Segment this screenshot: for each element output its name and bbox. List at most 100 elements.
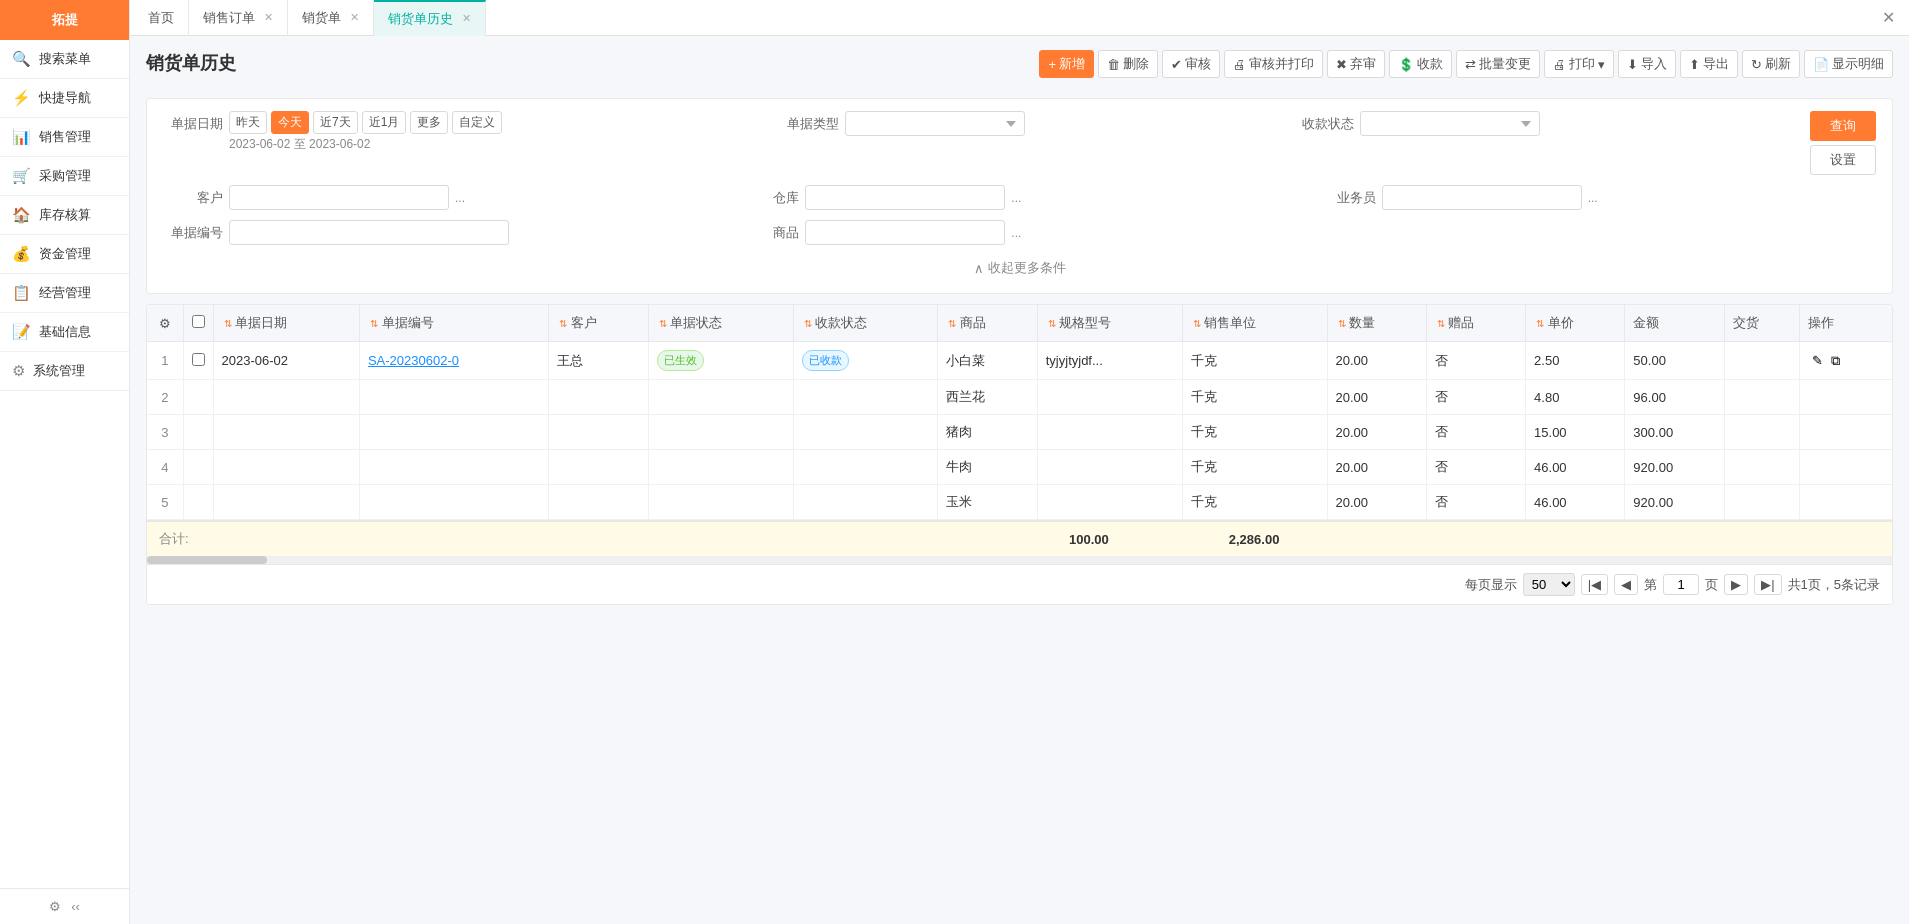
- cell-doc-status: [648, 380, 793, 415]
- toolbar-export-btn[interactable]: ⬆ 导出: [1680, 50, 1738, 78]
- payment-status-select[interactable]: [1360, 111, 1540, 136]
- toolbar-abandon-btn[interactable]: ✖ 弃审: [1327, 50, 1385, 78]
- sidebar-btn-collapse[interactable]: ‹‹: [71, 899, 80, 914]
- tab-sales-order-close[interactable]: ✕: [264, 11, 273, 24]
- tab-sales-history[interactable]: 销货单历史 ✕: [374, 0, 486, 36]
- cell-doc-no[interactable]: [359, 450, 549, 485]
- prev-page-btn[interactable]: ◀: [1614, 574, 1638, 595]
- table-header-row: ⚙ ⇅ 单据日期 ⇅ 单据编号: [147, 305, 1892, 342]
- cell-doc-no[interactable]: [359, 485, 549, 520]
- toolbar-new-btn[interactable]: + 新增: [1039, 50, 1094, 78]
- salesperson-input[interactable]: [1382, 185, 1582, 210]
- th-spec-type[interactable]: ⇅ 规格型号: [1037, 305, 1182, 342]
- scrollbar-thumb[interactable]: [147, 556, 267, 564]
- copy-btn[interactable]: ⧉: [1827, 351, 1844, 371]
- row-num: 3: [147, 415, 183, 450]
- doc-type-select[interactable]: [845, 111, 1025, 136]
- cell-doc-no[interactable]: [359, 415, 549, 450]
- doc-no-link[interactable]: SA-20230602-0: [368, 353, 459, 368]
- tab-sales-order[interactable]: 销售订单 ✕: [189, 0, 288, 36]
- toolbar-delete-btn[interactable]: 🗑 删除: [1098, 50, 1158, 78]
- th-unit-price[interactable]: ⇅ 单价: [1526, 305, 1625, 342]
- warehouse-more[interactable]: ...: [1011, 191, 1021, 205]
- th-qty[interactable]: ⇅ 数量: [1327, 305, 1426, 342]
- sidebar-item-purchase-mgmt[interactable]: 🛒 采购管理: [0, 157, 129, 196]
- th-checkbox[interactable]: [183, 305, 213, 342]
- th-gift[interactable]: ⇅ 赠品: [1426, 305, 1525, 342]
- toolbar-refresh-btn[interactable]: ↻ 刷新: [1742, 50, 1800, 78]
- horizontal-scrollbar[interactable]: [147, 556, 1892, 564]
- sidebar-btn-settings[interactable]: ⚙: [49, 899, 61, 914]
- date-btn-custom[interactable]: 自定义: [452, 111, 502, 134]
- row-checkbox-cell[interactable]: [183, 342, 213, 380]
- customer-input[interactable]: [229, 185, 449, 210]
- last-page-btn[interactable]: ▶|: [1754, 574, 1781, 595]
- doc-no-input[interactable]: [229, 220, 509, 245]
- sort-icon: ⇅: [224, 318, 232, 329]
- row-checkbox-cell[interactable]: [183, 415, 213, 450]
- th-payment-status[interactable]: ⇅ 收款状态: [793, 305, 938, 342]
- sidebar-item-basic-info[interactable]: 📝 基础信息: [0, 313, 129, 352]
- row-checkbox[interactable]: [192, 353, 205, 366]
- close-all-tabs[interactable]: ✕: [1872, 8, 1905, 27]
- date-btn-more[interactable]: 更多: [410, 111, 448, 134]
- toolbar-import-btn[interactable]: ⬇ 导入: [1618, 50, 1676, 78]
- current-page-input[interactable]: [1663, 574, 1699, 595]
- date-btn-last7[interactable]: 近7天: [313, 111, 358, 134]
- cell-gift: 否: [1426, 415, 1525, 450]
- next-page-btn[interactable]: ▶: [1724, 574, 1748, 595]
- edit-btn[interactable]: ✎: [1808, 351, 1827, 370]
- th-sales-unit[interactable]: ⇅ 销售单位: [1182, 305, 1327, 342]
- th-customer[interactable]: ⇅ 客户: [549, 305, 648, 342]
- th-goods[interactable]: ⇅ 商品: [938, 305, 1037, 342]
- toolbar-collect-btn[interactable]: 💲 收款: [1389, 50, 1452, 78]
- warehouse-input[interactable]: [805, 185, 1005, 210]
- cell-doc-no[interactable]: [359, 380, 549, 415]
- cell-customer: 王总: [549, 342, 648, 380]
- filter-settings-button[interactable]: 设置: [1810, 145, 1876, 175]
- tab-sales-history-close[interactable]: ✕: [462, 12, 471, 25]
- toolbar-show-detail-btn[interactable]: 📄 显示明细: [1804, 50, 1893, 78]
- page-size-select[interactable]: 50 20 100: [1523, 573, 1575, 596]
- sidebar-item-quick-nav[interactable]: ⚡ 快捷导航: [0, 79, 129, 118]
- row-checkbox-cell[interactable]: [183, 450, 213, 485]
- th-settings[interactable]: ⚙: [147, 305, 183, 342]
- date-btn-today[interactable]: 今天: [271, 111, 309, 134]
- cell-unit-price: 2.50: [1526, 342, 1625, 380]
- sidebar-item-sys-mgmt[interactable]: ⚙ 系统管理: [0, 352, 129, 391]
- sidebar-item-ops-mgmt[interactable]: 📋 经营管理: [0, 274, 129, 313]
- toolbar-print-btn[interactable]: 🖨 打印 ▾: [1544, 50, 1614, 78]
- th-doc-no[interactable]: ⇅ 单据编号: [359, 305, 549, 342]
- th-doc-status[interactable]: ⇅ 单据状态: [648, 305, 793, 342]
- toolbar-audit-btn[interactable]: ✔ 审核: [1162, 50, 1220, 78]
- date-btn-last1m[interactable]: 近1月: [362, 111, 407, 134]
- cell-qty: 20.00: [1327, 342, 1426, 380]
- tab-sales-delivery[interactable]: 销货单 ✕: [288, 0, 374, 36]
- date-btn-yesterday[interactable]: 昨天: [229, 111, 267, 134]
- cell-gift: 否: [1426, 380, 1525, 415]
- goods-more[interactable]: ...: [1011, 226, 1021, 240]
- sidebar-item-finance[interactable]: 💰 资金管理: [0, 235, 129, 274]
- row-checkbox-cell[interactable]: [183, 380, 213, 415]
- cell-doc-no[interactable]: SA-20230602-0: [359, 342, 549, 380]
- cell-qty: 20.00: [1327, 415, 1426, 450]
- sidebar-item-search-menu[interactable]: 🔍 搜索菜单: [0, 40, 129, 79]
- collapse-button[interactable]: ∧ 收起更多条件: [163, 255, 1876, 281]
- row-checkbox-cell[interactable]: [183, 485, 213, 520]
- toolbar-batch-change-btn[interactable]: ⇄ 批量变更: [1456, 50, 1540, 78]
- sidebar-item-sales-mgmt[interactable]: 📊 销售管理: [0, 118, 129, 157]
- sidebar-item-inventory[interactable]: 🏠 库存核算: [0, 196, 129, 235]
- first-page-btn[interactable]: |◀: [1581, 574, 1608, 595]
- customer-more[interactable]: ...: [455, 191, 465, 205]
- query-button[interactable]: 查询: [1810, 111, 1876, 141]
- cell-doc-status: [648, 485, 793, 520]
- page-label-end: 页: [1705, 576, 1718, 594]
- toolbar-audit-print-btn[interactable]: 🖨 审核并打印: [1224, 50, 1323, 78]
- tab-home[interactable]: 首页: [134, 0, 189, 36]
- cell-goods: 猪肉: [938, 415, 1037, 450]
- th-doc-date[interactable]: ⇅ 单据日期: [213, 305, 359, 342]
- tab-sales-delivery-close[interactable]: ✕: [350, 11, 359, 24]
- select-all-checkbox[interactable]: [192, 315, 205, 328]
- salesperson-more[interactable]: ...: [1588, 191, 1598, 205]
- goods-input[interactable]: [805, 220, 1005, 245]
